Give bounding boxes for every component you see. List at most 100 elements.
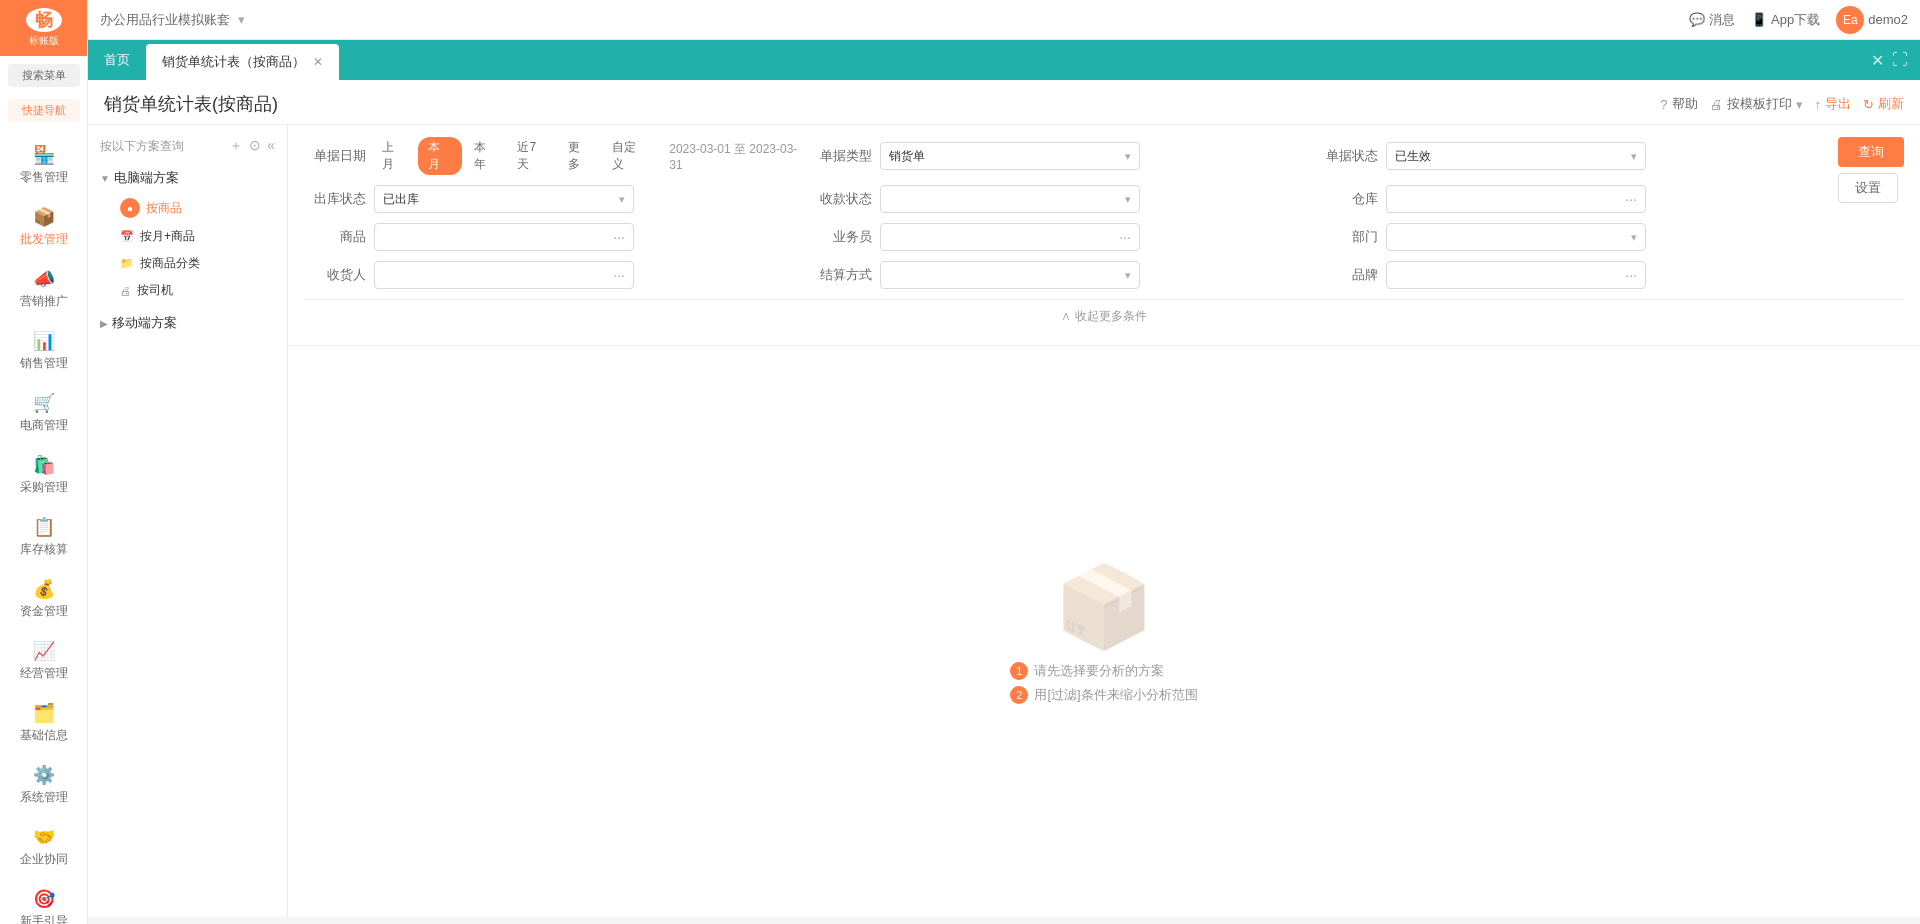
step-2-text: 用[过滤]条件来缩小分析范围: [1034, 686, 1197, 704]
sidebar-item-basic[interactable]: 🗂️ 基础信息: [0, 692, 87, 754]
step-1-text: 请先选择要分析的方案: [1034, 662, 1164, 680]
warehouse-control: ···: [1386, 185, 1822, 213]
department-control: ▾: [1386, 223, 1822, 251]
doc-type-select[interactable]: 销货单 ▾: [880, 142, 1140, 170]
payment-select[interactable]: ▾: [880, 261, 1140, 289]
by-printer-icon: 🖨: [120, 285, 131, 297]
product-select[interactable]: ···: [374, 223, 634, 251]
left-panel: 按以下方案查询 ＋ ⊙ « ▼ 电脑端方案 ●: [88, 125, 288, 917]
salesperson-dots[interactable]: ···: [1119, 229, 1131, 245]
tree-item-by-month-product[interactable]: 📅 按月+商品: [112, 223, 287, 250]
sidebar-item-purchase[interactable]: 🛍️ 采购管理: [0, 444, 87, 506]
collapse-panel-icon[interactable]: «: [267, 137, 275, 155]
app-icon: 📱: [1751, 12, 1767, 27]
search-menu-btn[interactable]: 搜索菜单: [8, 64, 80, 87]
tree-desktop-children: ● 按商品 📅 按月+商品 📁 按商品分类 🖨: [88, 193, 287, 304]
user-menu[interactable]: Ea demo2: [1836, 6, 1908, 34]
sidebar-item-inventory[interactable]: 📋 库存核算: [0, 506, 87, 568]
finance-icon: 💰: [33, 578, 55, 600]
help-btn[interactable]: ? 帮助: [1660, 95, 1697, 113]
sidebar: 畅 标账版 搜索菜单 快捷导航 🏪 零售管理 📦 批发管理 📣 营销推广 📊 销…: [0, 0, 88, 924]
date-control: 上月 本月 本年 近7天 更多 自定义 2023-03-01 至 2023-03…: [374, 137, 810, 175]
settings-button[interactable]: 设置: [1838, 173, 1898, 203]
date-tab-this-month[interactable]: 本月: [418, 137, 462, 175]
logo-text: 标账版: [29, 34, 59, 48]
warehouse-dots[interactable]: ···: [1625, 191, 1637, 207]
export-label: 导出: [1825, 95, 1851, 113]
sidebar-item-marketing[interactable]: 📣 营销推广: [0, 258, 87, 320]
sidebar-item-guide-label: 新手引导: [20, 913, 68, 924]
recipient-control: ···: [374, 261, 810, 289]
tab-home[interactable]: 首页: [88, 40, 146, 80]
ecommerce-icon: 🛒: [33, 392, 55, 414]
tab-maximize-icon[interactable]: ⛶: [1892, 51, 1908, 69]
payment-control: ▾: [880, 261, 1316, 289]
salesperson-select[interactable]: ···: [880, 223, 1140, 251]
print-btn[interactable]: 🖨 按模板打印 ▾: [1710, 95, 1803, 113]
date-tab-last-7[interactable]: 近7天: [509, 137, 555, 175]
topbar-right: 💬 消息 📱 App下载 Ea demo2: [1689, 6, 1908, 34]
doc-status-select[interactable]: 已生效 ▾: [1386, 142, 1646, 170]
tree-desktop-root[interactable]: ▼ 电脑端方案: [88, 163, 287, 193]
recipient-dots[interactable]: ···: [613, 267, 625, 283]
tab-sales-stats-label: 销货单统计表（按商品）: [162, 53, 305, 71]
date-tab-more[interactable]: 更多: [560, 137, 600, 175]
tab-close-icon[interactable]: ✕: [313, 55, 323, 69]
sidebar-item-finance[interactable]: 💰 资金管理: [0, 568, 87, 630]
sidebar-item-sales[interactable]: 📊 销售管理: [0, 320, 87, 382]
sidebar-item-system[interactable]: ⚙️ 系统管理: [0, 754, 87, 816]
sidebar-item-guide[interactable]: 🎯 新手引导: [0, 878, 87, 924]
date-tab-this-year[interactable]: 本年: [466, 137, 506, 175]
export-btn[interactable]: ↑ 导出: [1815, 95, 1852, 113]
marketing-icon: 📣: [33, 268, 55, 290]
inner-layout: 按以下方案查询 ＋ ⊙ « ▼ 电脑端方案 ●: [88, 125, 1920, 917]
date-tab-last-month[interactable]: 上月: [374, 137, 414, 175]
add-scheme-icon[interactable]: ＋: [229, 137, 243, 155]
receipt-status-select[interactable]: ▾: [880, 185, 1140, 213]
date-tab-custom[interactable]: 自定义: [604, 137, 656, 175]
sidebar-item-sales-label: 销售管理: [20, 355, 68, 372]
doc-status-value: 已生效: [1395, 148, 1431, 165]
tab-sales-stats[interactable]: 销货单统计表（按商品） ✕: [146, 44, 339, 80]
department-select[interactable]: ▾: [1386, 223, 1646, 251]
brand-dots[interactable]: ···: [1625, 267, 1637, 283]
tree-item-by-printer[interactable]: 🖨 按司机: [112, 277, 287, 304]
step-2-num: 2: [1010, 686, 1028, 704]
tree-item-by-product[interactable]: ● 按商品: [112, 193, 287, 223]
refresh-btn[interactable]: ↻ 刷新: [1863, 95, 1904, 113]
out-status-label: 出库状态: [304, 190, 374, 208]
product-control: ···: [374, 223, 810, 251]
sidebar-item-wholesale[interactable]: 📦 批发管理: [0, 196, 87, 258]
tree-mobile-root[interactable]: ▶ 移动端方案: [88, 308, 287, 338]
recipient-select[interactable]: ···: [374, 261, 634, 289]
sidebar-item-enterprise[interactable]: 🤝 企业协同: [0, 816, 87, 878]
doc-type-arrow: ▾: [1125, 150, 1131, 163]
topbar-dropdown-icon[interactable]: ▾: [238, 12, 245, 27]
empty-step-1: 1 请先选择要分析的方案: [1010, 662, 1197, 680]
quick-nav-btn[interactable]: 快捷导航: [8, 99, 80, 122]
sidebar-item-ecommerce[interactable]: 🛒 电商管理: [0, 382, 87, 444]
step-1-num: 1: [1010, 662, 1028, 680]
product-dots[interactable]: ···: [613, 229, 625, 245]
filter-row-1: 单据日期 上月 本月 本年 近7天 更多 自定义: [304, 137, 1904, 299]
sidebar-item-operations[interactable]: 📈 经营管理: [0, 630, 87, 692]
right-panel: 单据日期 上月 本月 本年 近7天 更多 自定义: [288, 125, 1920, 917]
sales-icon: 📊: [33, 330, 55, 352]
out-status-select[interactable]: 已出库 ▾: [374, 185, 634, 213]
doc-status-label: 单据状态: [1316, 147, 1386, 165]
filter-area: 单据日期 上月 本月 本年 近7天 更多 自定义: [288, 125, 1920, 346]
sidebar-item-retail[interactable]: 🏪 零售管理: [0, 134, 87, 196]
warehouse-select[interactable]: ···: [1386, 185, 1646, 213]
mobile-label: 移动端方案: [112, 314, 177, 332]
brand-select[interactable]: ···: [1386, 261, 1646, 289]
message-label: 消息: [1709, 11, 1735, 29]
app-download-btn[interactable]: 📱 App下载: [1751, 11, 1820, 29]
tab-close-window-icon[interactable]: ✕: [1871, 51, 1884, 70]
refresh-icon: ↻: [1863, 97, 1874, 112]
message-btn[interactable]: 💬 消息: [1689, 11, 1735, 29]
settings-scheme-icon[interactable]: ⊙: [249, 137, 261, 155]
collapse-bar[interactable]: ∧ 收起更多条件: [304, 299, 1904, 333]
by-category-icon: 📁: [120, 257, 134, 270]
tree-item-by-category[interactable]: 📁 按商品分类: [112, 250, 287, 277]
query-button[interactable]: 查询: [1838, 137, 1904, 167]
